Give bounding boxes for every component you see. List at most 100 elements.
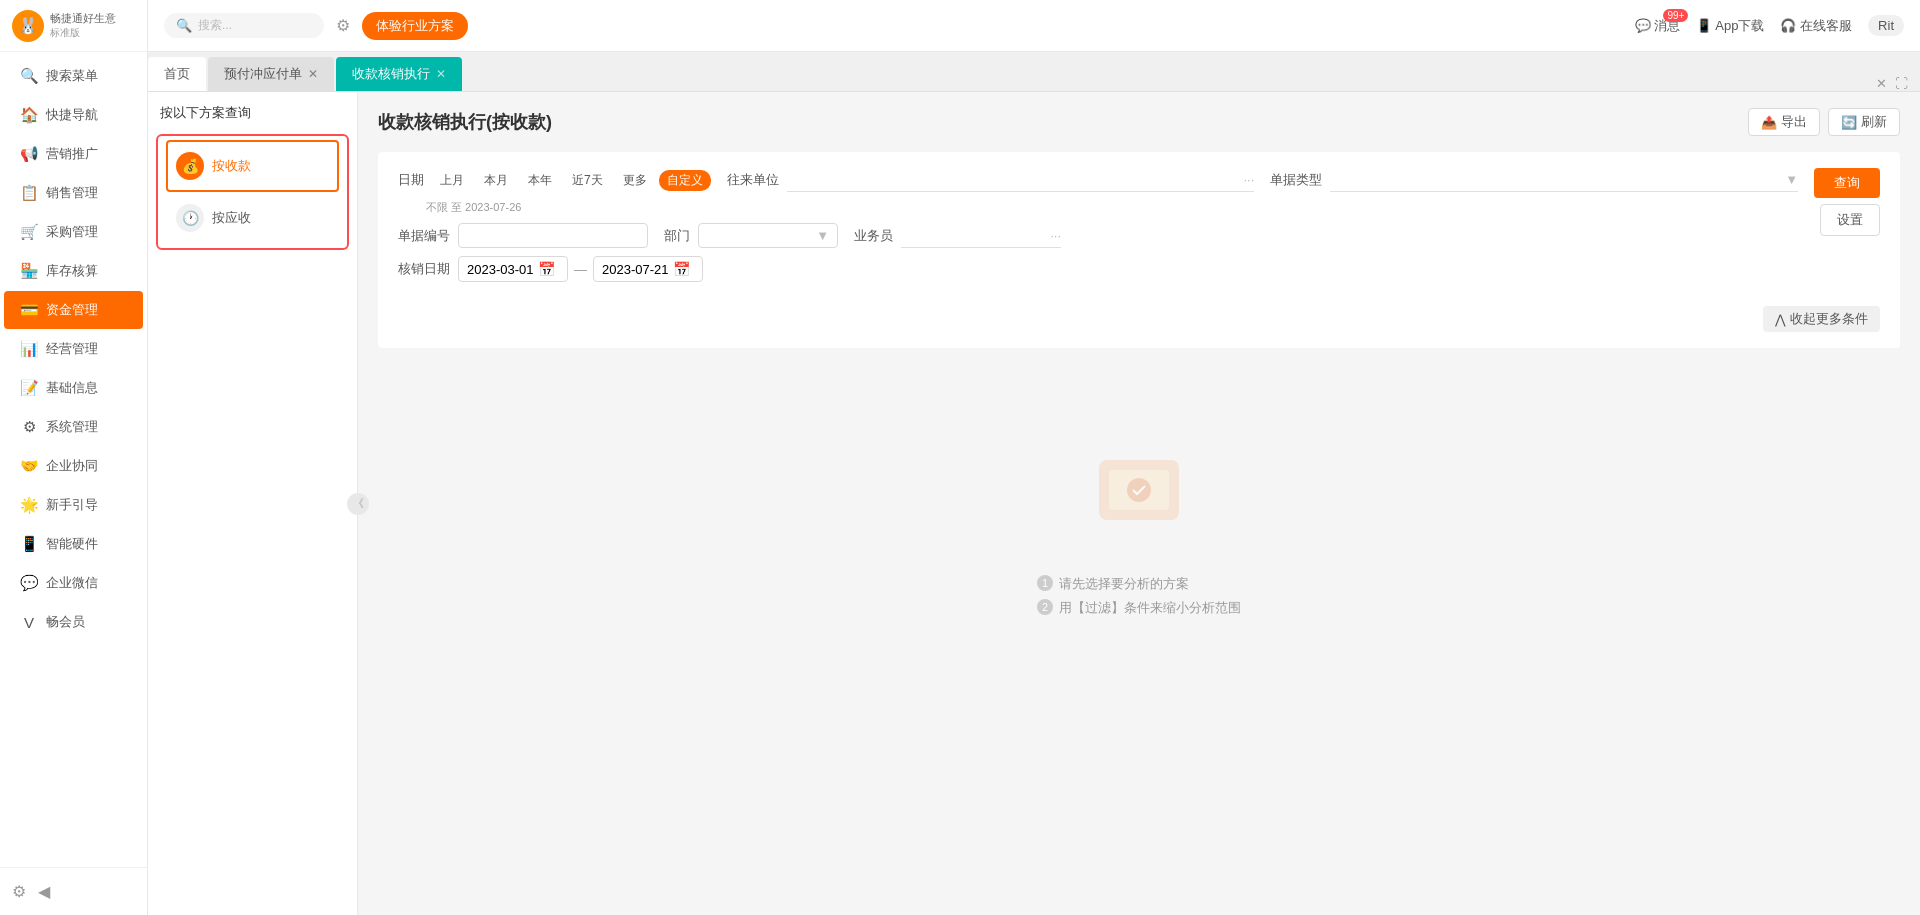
corp-icon: 🤝 <box>20 457 38 475</box>
sidebar-item-basic[interactable]: 📝 基础信息 <box>4 369 143 407</box>
sidebar-logo: 🐰 畅捷通好生意 标准版 <box>0 0 147 52</box>
empty-illustration <box>1079 440 1199 559</box>
sidebar-item-operations-label: 经营管理 <box>46 340 98 358</box>
sidebar-item-purchase[interactable]: 🛒 采购管理 <box>4 213 143 251</box>
tab-close-window-icon[interactable]: ✕ <box>1876 76 1887 91</box>
logo-edition: 标准版 <box>50 26 116 40</box>
page-title: 收款核销执行(按收款) <box>378 110 552 134</box>
counterpart-group: 往来单位 ··· <box>727 168 1255 192</box>
sidebar-item-quicknav-label: 快捷导航 <box>46 106 98 124</box>
refresh-icon: 🔄 <box>1841 115 1857 130</box>
filter-receipt-label: 按收款 <box>212 157 251 175</box>
sidebar-item-search[interactable]: 🔍 搜索菜单 <box>4 57 143 95</box>
filter-border-box: 💰 按收款 🕐 按应收 <box>156 134 349 250</box>
sidebar-item-wechat[interactable]: 💬 企业微信 <box>4 564 143 602</box>
tab-receipt-close-icon[interactable]: ✕ <box>436 67 446 81</box>
service-icon: 🎧 <box>1780 18 1796 33</box>
collapse-more-area: ⋀ 收起更多条件 <box>398 306 1880 332</box>
sidebar-item-marketing[interactable]: 📢 营销推广 <box>4 135 143 173</box>
operations-icon: 📊 <box>20 340 38 358</box>
inventory-icon: 🏪 <box>20 262 38 280</box>
tab-expand-icon[interactable]: ⛶ <box>1895 76 1908 91</box>
content-area: 按以下方案查询 💰 按收款 🕐 按应收 《 收款核销执行(按收款) <box>148 92 1920 915</box>
bill-type-group: 单据类型 ▼ <box>1270 168 1798 192</box>
sidebar-item-quicknav[interactable]: 🏠 快捷导航 <box>4 96 143 134</box>
staff-more-icon[interactable]: ··· <box>1050 228 1061 243</box>
topbar-settings-icon[interactable]: ⚙ <box>336 16 350 35</box>
collapse-sidebar-icon[interactable]: ◀ <box>38 882 50 901</box>
topbar-app[interactable]: 📱 App下载 <box>1696 17 1764 35</box>
tab-receipt[interactable]: 收款核销执行 ✕ <box>336 57 462 91</box>
sidebar-item-funds[interactable]: 💳 资金管理 <box>4 291 143 329</box>
date-btn-this-year[interactable]: 本年 <box>520 170 560 191</box>
sidebar-item-marketing-label: 营销推广 <box>46 145 98 163</box>
filter-item-by-receipt[interactable]: 💰 按收款 <box>166 140 339 192</box>
sidebar-item-inventory[interactable]: 🏪 库存核算 <box>4 252 143 290</box>
sidebar-item-corp[interactable]: 🤝 企业协同 <box>4 447 143 485</box>
cal-from-icon[interactable]: 📅 <box>538 261 555 277</box>
date-btn-more[interactable]: 更多 <box>615 170 655 191</box>
topbar-service[interactable]: 🎧 在线客服 <box>1780 17 1852 35</box>
funds-icon: 💳 <box>20 301 38 319</box>
sidebar-item-system[interactable]: ⚙ 系统管理 <box>4 408 143 446</box>
settings-footer-icon[interactable]: ⚙ <box>12 882 26 901</box>
topbar-right: 💬 消息 99+ 📱 App下载 🎧 在线客服 Rit <box>1635 15 1904 36</box>
refresh-button[interactable]: 🔄 刷新 <box>1828 108 1900 136</box>
collapse-icon: ⋀ <box>1775 312 1786 327</box>
topbar-user[interactable]: Rit <box>1868 15 1904 36</box>
sidebar-item-guide[interactable]: 🌟 新手引导 <box>4 486 143 524</box>
verify-date-from[interactable]: 2023-03-01 📅 <box>458 256 568 282</box>
verify-date-to[interactable]: 2023-07-21 📅 <box>593 256 703 282</box>
sidebar-item-operations[interactable]: 📊 经营管理 <box>4 330 143 368</box>
member-icon: V <box>20 614 38 631</box>
settings-button[interactable]: 设置 <box>1820 204 1880 236</box>
date-btn-this-month[interactable]: 本月 <box>476 170 516 191</box>
bill-no-label: 单据编号 <box>398 227 450 245</box>
logo-icon: 🐰 <box>12 10 44 42</box>
query-btn-group: 查询 设置 <box>1814 168 1880 236</box>
collapse-btn[interactable]: ⋀ 收起更多条件 <box>1763 306 1880 332</box>
right-content-panel: 收款核销执行(按收款) 📤 导出 🔄 刷新 <box>358 92 1920 915</box>
system-icon: ⚙ <box>20 418 38 436</box>
sidebar-item-guide-label: 新手引导 <box>46 496 98 514</box>
sales-icon: 📋 <box>20 184 38 202</box>
dept-dropdown-icon: ▼ <box>816 228 829 243</box>
sidebar-item-sales[interactable]: 📋 销售管理 <box>4 174 143 212</box>
sidebar-item-hardware[interactable]: 📱 智能硬件 <box>4 525 143 563</box>
industry-btn[interactable]: 体验行业方案 <box>362 12 468 40</box>
svg-point-2 <box>1127 478 1151 502</box>
query-button[interactable]: 查询 <box>1814 168 1880 198</box>
panel-collapse-btn[interactable]: 《 <box>347 493 369 515</box>
topbar-search[interactable]: 🔍 搜索... <box>164 13 324 38</box>
guide-icon: 🌟 <box>20 496 38 514</box>
date-btn-7days[interactable]: 近7天 <box>564 170 611 191</box>
date-btn-custom[interactable]: 自定义 <box>659 170 711 191</box>
bill-no-input[interactable] <box>458 223 648 248</box>
tab-prepay[interactable]: 预付冲应付单 ✕ <box>208 57 334 91</box>
cal-to-icon[interactable]: 📅 <box>673 261 690 277</box>
tab-prepay-close-icon[interactable]: ✕ <box>308 67 318 81</box>
dept-group: 部门 ▼ <box>664 223 838 248</box>
export-button[interactable]: 📤 导出 <box>1748 108 1820 136</box>
date-nolimit-text: 不限 至 2023-07-26 <box>426 200 1798 215</box>
sidebar-item-member-label: 畅会员 <box>46 613 85 631</box>
search-card: 日期 上月 本月 本年 近7天 更多 自定义 <box>378 152 1900 348</box>
page-header: 收款核销执行(按收款) 📤 导出 🔄 刷新 <box>378 108 1900 136</box>
verify-date-group: 核销日期 2023-03-01 📅 — 2023-07-21 <box>398 256 703 282</box>
main-area: 🔍 搜索... ⚙ 体验行业方案 💬 消息 99+ 📱 App下载 🎧 在线客服… <box>148 0 1920 915</box>
date-btn-last-month[interactable]: 上月 <box>432 170 472 191</box>
tab-home-label: 首页 <box>164 65 190 83</box>
staff-label: 业务员 <box>854 227 893 245</box>
sidebar: 🐰 畅捷通好生意 标准版 🔍 搜索菜单 🏠 快捷导航 📢 营销推广 📋 销售管理… <box>0 0 148 915</box>
bill-type-label: 单据类型 <box>1270 171 1322 189</box>
filter-item-by-receivable[interactable]: 🕐 按应收 <box>158 192 347 244</box>
counterpart-more-icon[interactable]: ··· <box>1244 172 1255 187</box>
search-icon: 🔍 <box>176 18 192 33</box>
tab-home[interactable]: 首页 <box>148 57 206 91</box>
topbar-msg[interactable]: 💬 消息 99+ <box>1635 17 1681 35</box>
verify-date-label: 核销日期 <box>398 260 450 278</box>
counterpart-label: 往来单位 <box>727 171 779 189</box>
hardware-icon: 📱 <box>20 535 38 553</box>
sidebar-item-member[interactable]: V 畅会员 <box>4 603 143 641</box>
sidebar-footer: ⚙ ◀ <box>0 867 147 915</box>
